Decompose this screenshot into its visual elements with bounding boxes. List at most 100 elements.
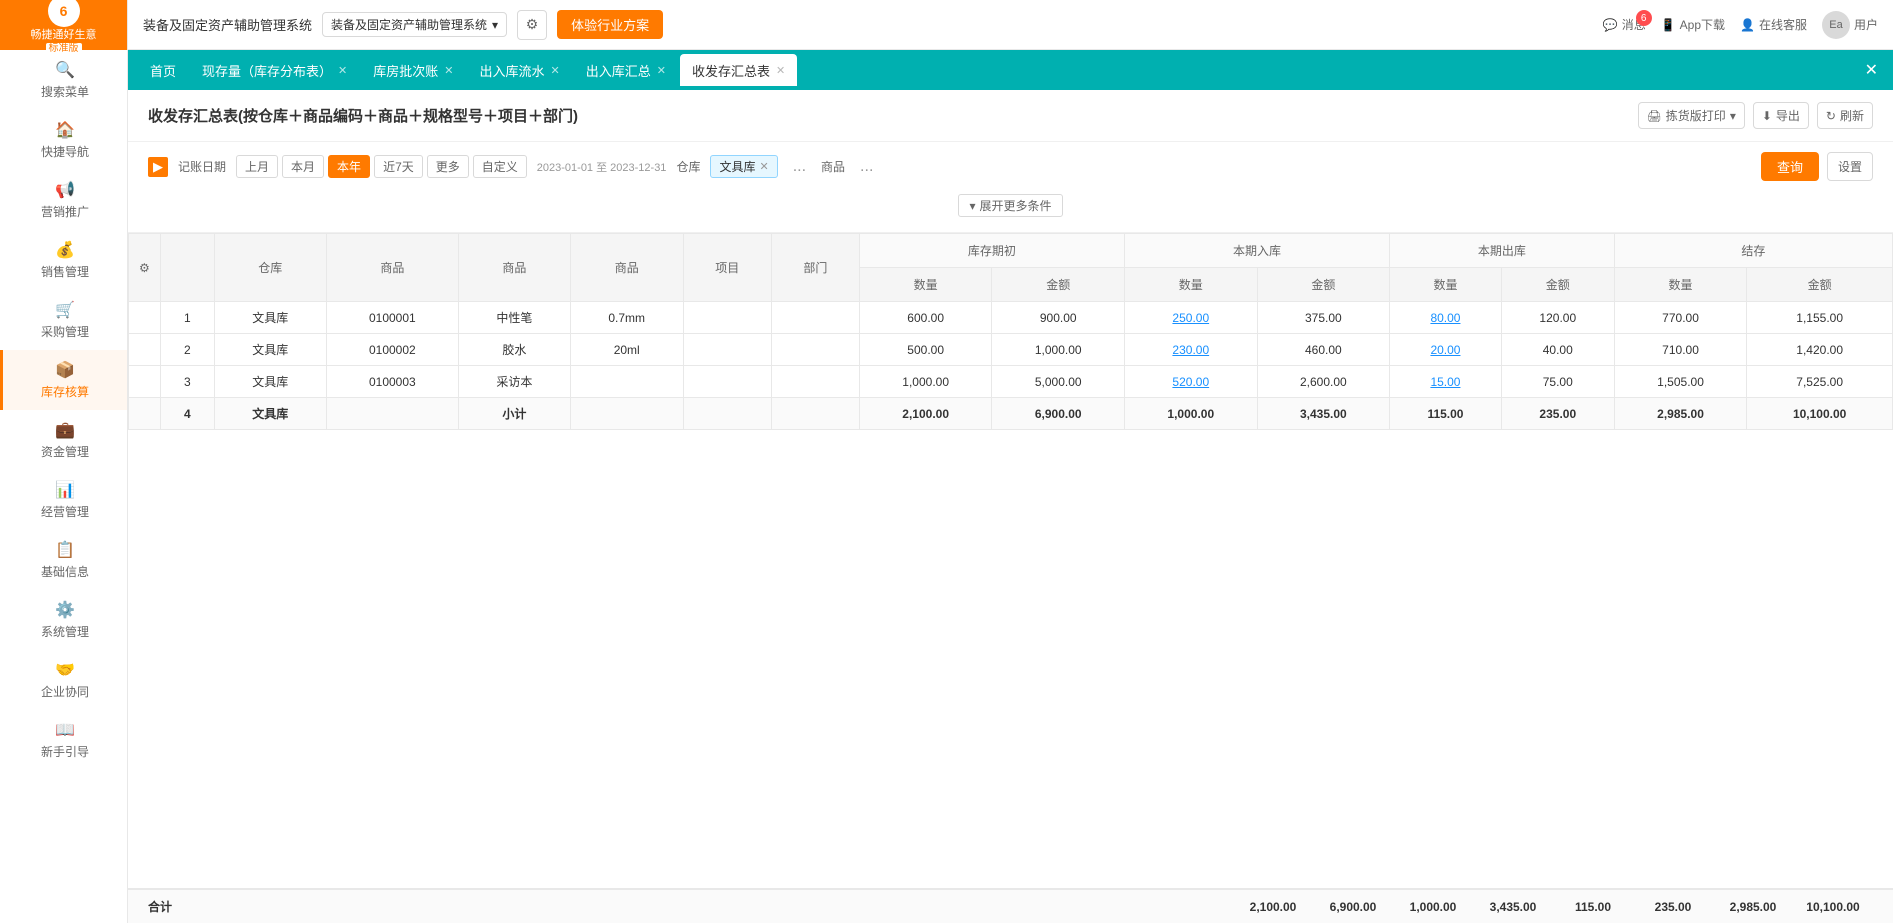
user-menu[interactable]: Ea 用户 (1822, 11, 1878, 39)
settings-panel-button[interactable]: 设置 (1827, 152, 1873, 181)
sidebar-item-operations[interactable]: 📊 经营管理 (0, 470, 127, 530)
row-out-qty[interactable]: 15.00 (1390, 366, 1502, 398)
row-in-qty[interactable]: 520.00 (1125, 366, 1258, 398)
tab-recv-send-close[interactable]: ✕ (776, 64, 785, 77)
sidebar-item-enterprise[interactable]: 🤝 企业协同 (0, 650, 127, 710)
close-all-tabs[interactable]: ✕ (1860, 60, 1883, 80)
row-in-qty[interactable]: 230.00 (1125, 334, 1258, 366)
col-warehouse-header: 仓库 (214, 234, 326, 302)
row-out-qty[interactable]: 20.00 (1390, 334, 1502, 366)
footer-close-amt: 10,100.00 (1793, 900, 1873, 914)
row-in-qty[interactable]: 1,000.00 (1125, 398, 1258, 430)
tab-inout-flow[interactable]: 出入库流水 ✕ (467, 54, 571, 86)
message-button[interactable]: 💬 消息 6 (1603, 16, 1646, 33)
sidebar-logo[interactable]: 6 畅捷通好生意 标准版 (0, 0, 127, 50)
inventory-icon: 📦 (55, 360, 75, 380)
warehouse-tag-remove[interactable]: ✕ (759, 160, 768, 173)
user-label: 用户 (1854, 16, 1878, 33)
row-in-qty-link[interactable]: 250.00 (1172, 311, 1209, 325)
row-out-amt: 40.00 (1501, 334, 1614, 366)
sidebar-item-finance[interactable]: 💼 资金管理 (0, 410, 127, 470)
warehouse-tag[interactable]: 文具库 ✕ (710, 155, 777, 178)
footer-opening-qty: 2,100.00 (1233, 900, 1313, 914)
tab-inout-summary[interactable]: 出入库汇总 ✕ (574, 54, 678, 86)
sidebar-item-inventory[interactable]: 📦 库存核算 (0, 350, 127, 410)
goods-more-dots[interactable]: ... (855, 158, 878, 176)
print-button[interactable]: 🖨 拣货版打印 ▾ (1638, 102, 1745, 129)
row-warehouse: 文具库 (214, 334, 326, 366)
tab-inout-flow-close[interactable]: ✕ (551, 64, 560, 77)
row-in-qty-link[interactable]: 520.00 (1172, 375, 1209, 389)
goods-filter-label: 商品 (821, 158, 845, 175)
row-code (326, 398, 459, 430)
date-btn-this-month[interactable]: 本月 (282, 155, 324, 178)
avatar: Ea (1822, 11, 1850, 39)
refresh-button[interactable]: ↻ 刷新 (1817, 102, 1873, 129)
sidebar-item-label: 新手引导 (41, 743, 89, 760)
date-btn-7days[interactable]: 近7天 (374, 155, 423, 178)
sidebar-item-guide[interactable]: 📖 新手引导 (0, 710, 127, 770)
sidebar-item-label: 快捷导航 (41, 143, 89, 160)
tab-batch[interactable]: 库房批次账 ✕ (361, 54, 465, 86)
settings-button[interactable]: ⚙ (517, 10, 547, 40)
row-opening-amt: 6,900.00 (992, 398, 1125, 430)
chevron-down-icon: ▾ (492, 18, 498, 32)
app-download-label: App下载 (1680, 16, 1725, 33)
date-btn-more[interactable]: 更多 (427, 155, 469, 178)
sidebar-item-purchase[interactable]: 🛒 采购管理 (0, 290, 127, 350)
enterprise-icon: 🤝 (55, 660, 75, 680)
footer-label: 合计 (148, 898, 208, 915)
col-opening-qty-header: 数量 (859, 268, 992, 302)
sidebar-item-marketing[interactable]: 📢 营销推广 (0, 170, 127, 230)
footer-in-qty: 1,000.00 (1393, 900, 1473, 914)
date-btn-custom[interactable]: 自定义 (473, 155, 527, 178)
row-out-qty-link[interactable]: 20.00 (1430, 343, 1460, 357)
data-table-wrap: ⚙ 仓库 商品 商品 商品 项目 部门 库存期初 本期入库 本期出库 结存 (128, 233, 1893, 888)
tab-inout-summary-close[interactable]: ✕ (657, 64, 666, 77)
date-btn-last-month[interactable]: 上月 (236, 155, 278, 178)
row-in-qty[interactable]: 250.00 (1125, 302, 1258, 334)
sidebar-item-sales[interactable]: 💰 销售管理 (0, 230, 127, 290)
print-label: 拣货版打印 (1666, 107, 1726, 124)
date-btn-this-year[interactable]: 本年 (328, 155, 370, 178)
system-selector[interactable]: 装备及固定资产辅助管理系统 ▾ (322, 12, 507, 37)
col-close-amt-header: 金额 (1747, 268, 1893, 302)
row-opening-qty: 1,000.00 (859, 366, 992, 398)
online-service-button[interactable]: 👤 在线客服 (1740, 16, 1807, 33)
row-cell (129, 302, 161, 334)
tab-home[interactable]: 首页 (138, 54, 188, 86)
tab-batch-close[interactable]: ✕ (444, 64, 453, 77)
query-button[interactable]: 查询 (1761, 152, 1819, 181)
sidebar-item-system[interactable]: ⚙️ 系统管理 (0, 590, 127, 650)
toggle-filter-button[interactable]: ▶ (148, 157, 168, 177)
row-dept (771, 366, 859, 398)
app-download-button[interactable]: 📱 App下载 (1661, 16, 1725, 33)
footer-out-amt: 235.00 (1633, 900, 1713, 914)
date-buttons: 上月 本月 本年 近7天 更多 自定义 (236, 155, 527, 178)
warehouse-more-dots[interactable]: ... (788, 158, 811, 176)
row-close-amt: 1,155.00 (1747, 302, 1893, 334)
row-in-qty-link[interactable]: 230.00 (1172, 343, 1209, 357)
printer-icon: 🖨 (1647, 109, 1662, 123)
row-project (683, 398, 771, 430)
row-opening-amt: 5,000.00 (992, 366, 1125, 398)
tab-inout-summary-label: 出入库汇总 (586, 61, 651, 80)
sidebar-item-basic-info[interactable]: 📋 基础信息 (0, 530, 127, 590)
row-out-qty-link[interactable]: 80.00 (1430, 311, 1460, 325)
row-out-qty-link[interactable]: 15.00 (1430, 375, 1460, 389)
export-button[interactable]: ⬇ 导出 (1753, 102, 1809, 129)
sidebar-item-label: 采购管理 (41, 323, 89, 340)
expand-filters-button[interactable]: ▾ 展开更多条件 (958, 194, 1062, 217)
sidebar-item-label: 系统管理 (41, 623, 89, 640)
sidebar-item-quick-nav[interactable]: 🏠 快捷导航 (0, 110, 127, 170)
sidebar-item-search[interactable]: 🔍 搜索菜单 (0, 50, 127, 110)
tab-recv-send[interactable]: 收发存汇总表 ✕ (680, 54, 797, 86)
tab-stock-dist[interactable]: 现存量（库存分布表） ✕ (190, 54, 359, 86)
finance-icon: 💼 (55, 420, 75, 440)
trial-button[interactable]: 体验行业方案 (557, 10, 663, 39)
expand-row: ▾ 展开更多条件 (148, 189, 1873, 222)
col-out-qty-header: 数量 (1390, 268, 1502, 302)
tab-stock-dist-close[interactable]: ✕ (338, 64, 347, 77)
row-out-qty[interactable]: 80.00 (1390, 302, 1502, 334)
sidebar: 6 畅捷通好生意 标准版 🔍 搜索菜单 🏠 快捷导航 📢 营销推广 💰 销售管理… (0, 0, 128, 923)
